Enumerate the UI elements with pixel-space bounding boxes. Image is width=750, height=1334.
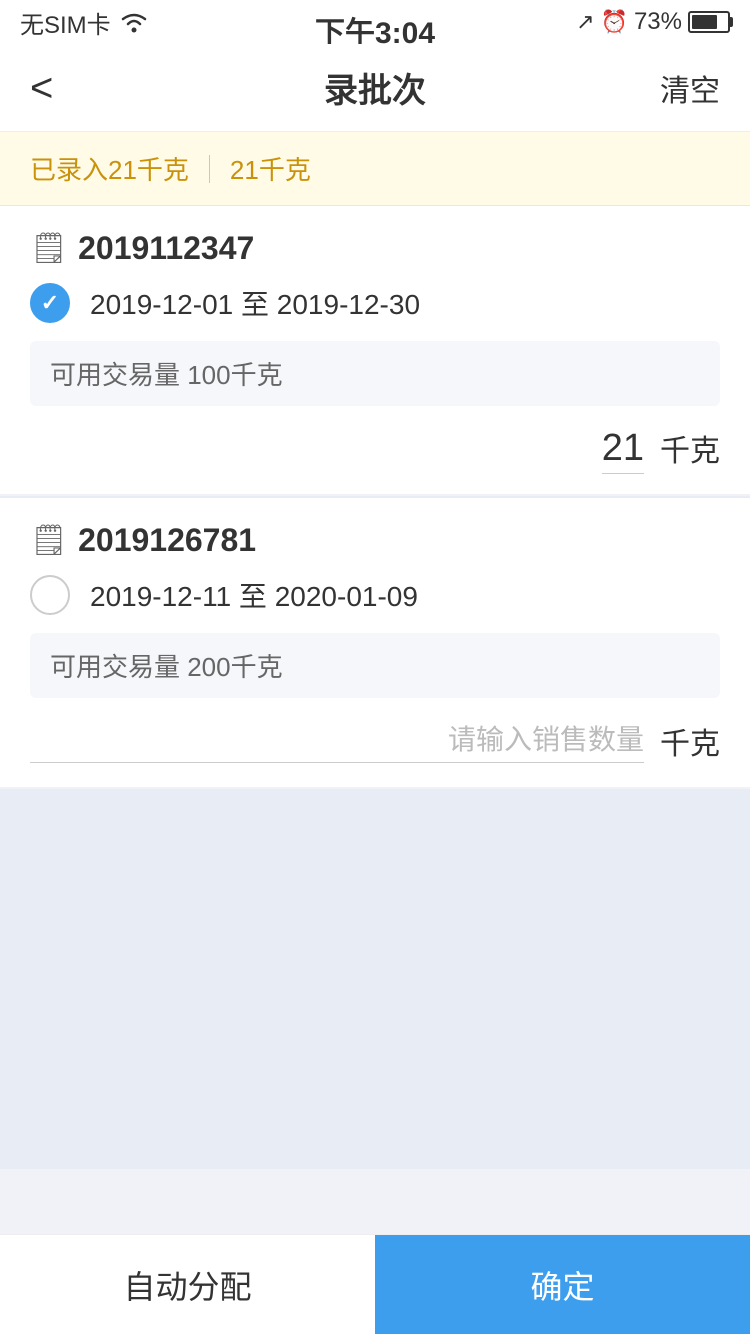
auto-distribute-button[interactable]: 自动分配 <box>0 1235 375 1334</box>
batch-item-2: 🗒 2019126781 2019-12-11 至 2020-01-09 可用交… <box>0 498 750 698</box>
battery-fill <box>692 15 717 29</box>
batch-item-1: 🗒 2019112347 2019-12-01 至 2019-12-30 可用交… <box>0 206 750 406</box>
batch-2-input-placeholder[interactable]: 请输入销售数量 <box>30 718 644 758</box>
batch-2-header: 🗒 2019126781 <box>30 522 720 559</box>
confirm-button[interactable]: 确定 <box>375 1235 750 1334</box>
batch-1-doc-icon: 🗒 <box>30 231 68 266</box>
batch-1-header: 🗒 2019112347 <box>30 230 720 267</box>
batch-1-amount-row: 21 千克 <box>0 406 750 494</box>
batch-2-date: 2019-12-11 至 2020-01-09 <box>90 575 418 615</box>
recorded-label: 已录入21千克 <box>30 150 189 187</box>
batch-2-id: 2019126781 <box>78 522 256 559</box>
nav-bar: < 录批次 清空 <box>0 44 750 132</box>
wifi-icon <box>119 11 149 33</box>
batch-1-amount-container[interactable]: 21 <box>602 427 644 470</box>
batch-2-available: 可用交易量 200千克 <box>30 633 720 698</box>
batch-1-date: 2019-12-01 至 2019-12-30 <box>90 283 420 323</box>
location-icon: ↗ <box>576 9 594 35</box>
status-bar: 无SIM卡 下午3:04 ↗ ⏰ 73% <box>0 0 750 44</box>
alarm-icon: ⏰ <box>601 9 628 35</box>
page-title: 录批次 <box>324 63 426 112</box>
batch-1-amount-value: 21 <box>602 427 644 469</box>
battery-icon <box>688 11 730 33</box>
batch-1-radio[interactable] <box>30 283 70 323</box>
batch-2-unit: 千克 <box>660 719 720 763</box>
batch-card-1: 🗒 2019112347 2019-12-01 至 2019-12-30 可用交… <box>0 206 750 494</box>
info-divider <box>209 155 210 183</box>
batch-1-id: 2019112347 <box>78 230 254 267</box>
info-amount: 21千克 <box>230 150 311 187</box>
empty-area <box>0 789 750 1169</box>
clear-button[interactable]: 清空 <box>660 66 720 110</box>
batch-card-2: 🗒 2019126781 2019-12-11 至 2020-01-09 可用交… <box>0 498 750 787</box>
info-banner: 已录入21千克 21千克 <box>0 132 750 206</box>
batch-2-doc-icon: 🗒 <box>30 523 68 558</box>
batch-2-radio[interactable] <box>30 575 70 615</box>
battery-percent: 73% <box>634 8 682 36</box>
batch-2-row[interactable]: 2019-12-11 至 2020-01-09 <box>30 575 720 615</box>
batch-2-input-row: 请输入销售数量 千克 <box>0 698 750 787</box>
carrier-label: 无SIM卡 <box>20 5 111 40</box>
batch-1-available: 可用交易量 100千克 <box>30 341 720 406</box>
batch-1-row[interactable]: 2019-12-01 至 2019-12-30 <box>30 283 720 323</box>
status-right: ↗ ⏰ 73% <box>576 8 730 36</box>
back-button[interactable]: < <box>30 68 53 108</box>
batch-1-unit: 千克 <box>660 426 720 470</box>
status-left: 无SIM卡 <box>20 5 149 40</box>
batch-2-input-container[interactable]: 请输入销售数量 <box>30 718 644 763</box>
bottom-bar: 自动分配 确定 <box>0 1234 750 1334</box>
